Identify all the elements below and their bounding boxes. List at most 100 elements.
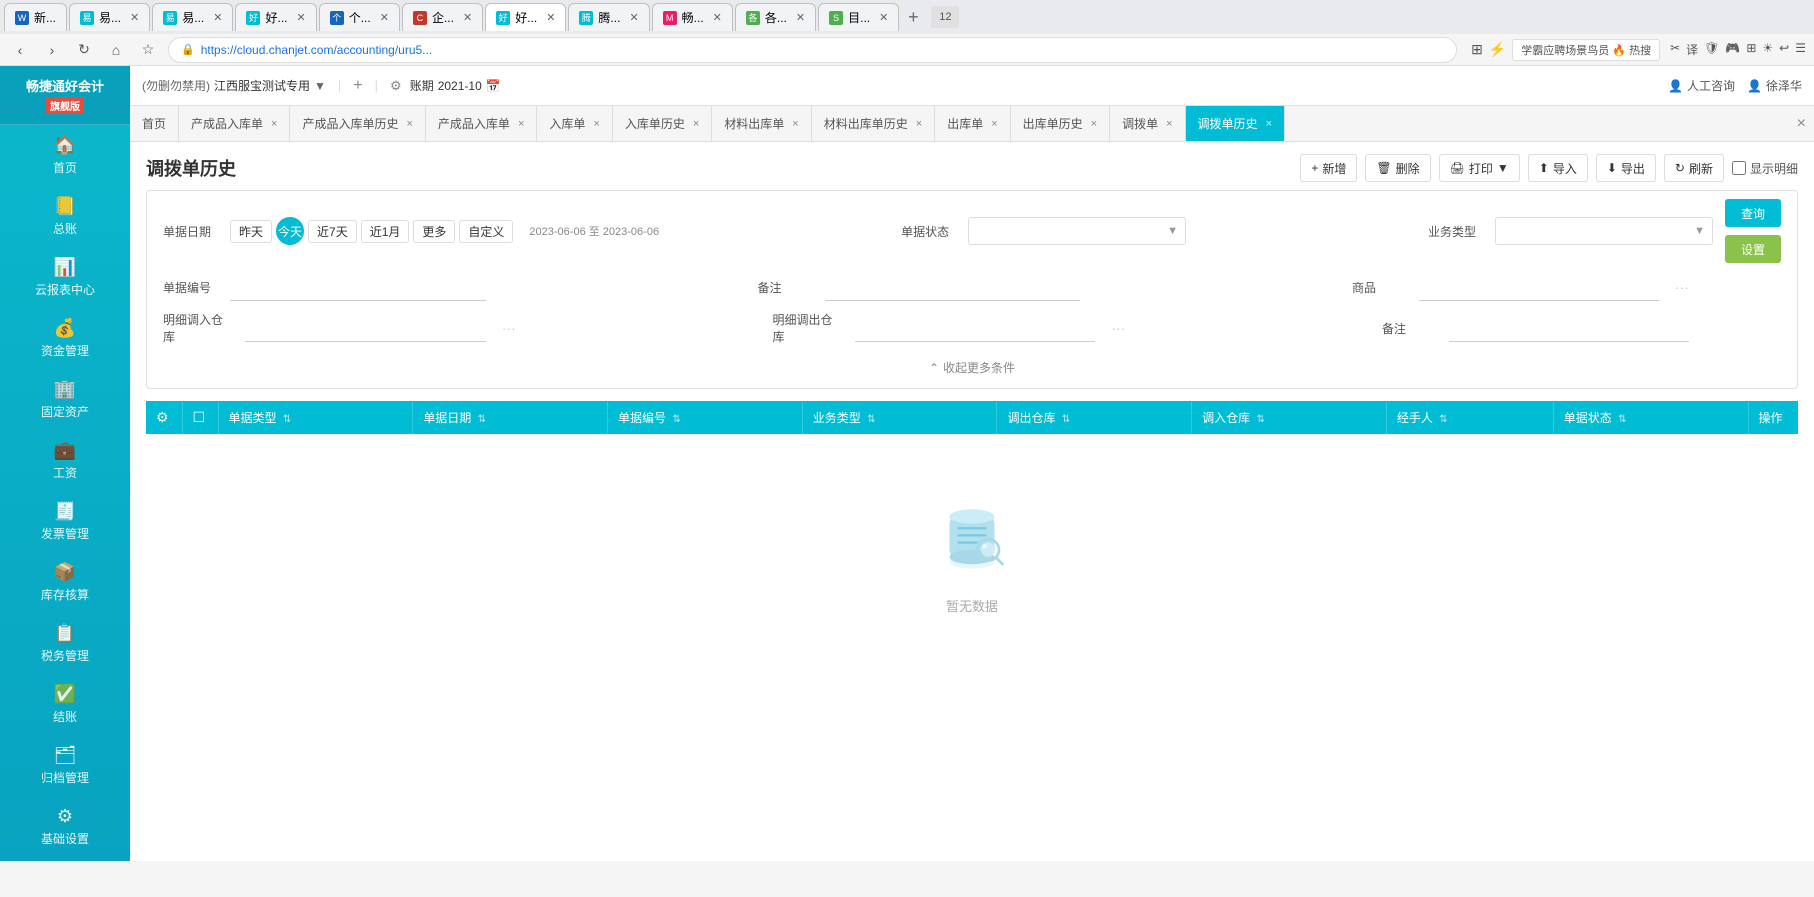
- th-check[interactable]: ☐: [182, 401, 218, 434]
- app-tab-ruku-close[interactable]: ×: [593, 118, 599, 130]
- print-btn[interactable]: 🖨 打印 ▼: [1439, 154, 1520, 182]
- delete-btn[interactable]: 🗑 删除: [1365, 154, 1430, 182]
- th-status[interactable]: 单据状态 ⇅: [1553, 401, 1748, 434]
- app-tab-chanpin-ruku-close[interactable]: ×: [271, 118, 277, 130]
- detail-out-ellipsis-btn[interactable]: ···: [1111, 320, 1125, 336]
- app-tab-chanpin-history-close[interactable]: ×: [406, 118, 412, 130]
- th-doc-date[interactable]: 单据日期 ⇅: [413, 401, 608, 434]
- remark2-input[interactable]: [1449, 314, 1689, 342]
- export-btn[interactable]: ⬇ 导出: [1596, 154, 1656, 182]
- sidebar-item-tax[interactable]: 📋 税务管理: [0, 613, 130, 674]
- browser-tab-9[interactable]: M 畅... ✕: [652, 3, 733, 31]
- date-btn-yesterday[interactable]: 昨天: [230, 220, 272, 243]
- goods-input[interactable]: [1419, 273, 1659, 301]
- refresh-browser-btn[interactable]: ↻: [72, 38, 96, 62]
- add-company-btn[interactable]: +: [353, 77, 362, 95]
- th-doc-no[interactable]: 单据编号 ⇅: [607, 401, 802, 434]
- forward-btn[interactable]: ›: [40, 38, 64, 62]
- browser-tab-10[interactable]: 各 各... ✕: [735, 3, 816, 31]
- tab-bar-close[interactable]: ×: [1797, 115, 1814, 133]
- extensions-icon[interactable]: ⊞: [1471, 41, 1483, 58]
- collapse-btn[interactable]: ⌃ 收起更多条件: [929, 359, 1015, 376]
- service-btn[interactable]: 👤 人工咨询: [1668, 77, 1735, 94]
- sidebar-item-ledger[interactable]: 📒 总账: [0, 186, 130, 247]
- tab-close-2[interactable]: ✕: [130, 11, 139, 24]
- app-tab-chuku-history[interactable]: 出库单历史 ×: [1011, 106, 1110, 142]
- address-input[interactable]: 🔒 https://cloud.chanjet.com/accounting/u…: [168, 37, 1457, 63]
- app-tab-home[interactable]: 首页: [130, 106, 179, 142]
- app-tab-chanpin2-close[interactable]: ×: [518, 118, 524, 130]
- app-tab-ruku[interactable]: 入库单 ×: [537, 106, 612, 142]
- sidebar-item-settle[interactable]: ✅ 结账: [0, 674, 130, 735]
- sidebar-item-inventory[interactable]: 📦 库存核算: [0, 552, 130, 613]
- settings-btn[interactable]: ⚙: [390, 78, 402, 94]
- grid-icon[interactable]: ⊞: [1746, 41, 1756, 58]
- date-btn-7days[interactable]: 近7天: [308, 220, 357, 243]
- browser-tab-8[interactable]: 腾 腾... ✕: [568, 3, 649, 31]
- filter-settings-btn[interactable]: 设置: [1725, 235, 1781, 263]
- tab-close-5[interactable]: ✕: [380, 11, 389, 24]
- tab-close-10[interactable]: ✕: [796, 11, 805, 24]
- shield-icon[interactable]: 🛡: [1704, 41, 1719, 58]
- sidebar-item-assets[interactable]: 🏢 固定资产: [0, 369, 130, 430]
- browser-tab-3[interactable]: 易 易... ✕: [152, 3, 233, 31]
- bookmark-btn[interactable]: ☆: [136, 38, 160, 62]
- company-selector[interactable]: (勿删勿禁用) 江西服宝测试专用 ▼: [142, 77, 326, 94]
- tab-close-3[interactable]: ✕: [213, 11, 222, 24]
- menu-icon[interactable]: ☰: [1795, 41, 1806, 58]
- tab-close-9[interactable]: ✕: [713, 11, 722, 24]
- browser-tab-5[interactable]: 个 个... ✕: [319, 3, 400, 31]
- lightning-icon[interactable]: ⚡: [1489, 41, 1506, 58]
- home-browser-btn[interactable]: ⌂: [104, 38, 128, 62]
- app-tab-cailiao-history[interactable]: 材料出库单历史 ×: [812, 106, 935, 142]
- tab-close-11[interactable]: ✕: [879, 11, 888, 24]
- detail-in-ellipsis-btn[interactable]: ···: [502, 320, 516, 336]
- app-tab-chanpin-ruku[interactable]: 产成品入库单 ×: [179, 106, 290, 142]
- sidebar-item-funds[interactable]: 💰 资金管理: [0, 308, 130, 369]
- tab-close-8[interactable]: ✕: [629, 11, 638, 24]
- th-handler[interactable]: 经手人 ⇅: [1386, 401, 1553, 434]
- game-icon[interactable]: 🎮: [1725, 41, 1740, 58]
- sidebar-item-report[interactable]: 📊 云报表中心: [0, 247, 130, 308]
- translate-icon[interactable]: 译: [1686, 41, 1698, 58]
- refresh-btn[interactable]: ↻ 刷新: [1664, 154, 1724, 182]
- sidebar-item-wages[interactable]: 💼 工资: [0, 430, 130, 491]
- new-tab-btn[interactable]: +: [901, 5, 925, 29]
- search-bar[interactable]: 学霸应聘场景鸟员 🔥 热搜: [1512, 39, 1660, 61]
- app-tab-ruku-history-close[interactable]: ×: [693, 118, 699, 130]
- sidebar-item-home[interactable]: 🏠 首页: [0, 125, 130, 186]
- date-btn-today[interactable]: 今天: [276, 217, 304, 245]
- user-profile[interactable]: 👤 徐泽华: [1747, 77, 1802, 94]
- app-tab-chuku-close[interactable]: ×: [991, 118, 997, 130]
- app-tab-cailiao-chuku[interactable]: 材料出库单 ×: [712, 106, 811, 142]
- app-tab-chanpin2[interactable]: 产成品入库单 ×: [426, 106, 537, 142]
- status-select[interactable]: [968, 217, 1186, 245]
- detail-out-input[interactable]: [855, 314, 1096, 342]
- app-tab-diaobao-close[interactable]: ×: [1166, 118, 1172, 130]
- app-tab-chuku-history-close[interactable]: ×: [1091, 118, 1097, 130]
- show-cols-checkbox[interactable]: [1732, 161, 1746, 175]
- browser-tab-11[interactable]: S 目... ✕: [818, 3, 899, 31]
- moon-icon[interactable]: ☀: [1762, 41, 1773, 58]
- browser-tab-2[interactable]: 易 易... ✕: [69, 3, 150, 31]
- tab-close-4[interactable]: ✕: [297, 11, 306, 24]
- sidebar-item-guide[interactable]: 📖 新手引导: [0, 857, 130, 861]
- sidebar-item-invoice[interactable]: 🧾 发票管理: [0, 491, 130, 552]
- th-doc-type[interactable]: 单据类型 ⇅: [218, 401, 413, 434]
- add-btn[interactable]: + 新增: [1300, 154, 1357, 182]
- remark-input[interactable]: [825, 273, 1081, 301]
- tab-close-6[interactable]: ✕: [463, 11, 472, 24]
- date-btn-1month[interactable]: 近1月: [361, 220, 410, 243]
- goods-ellipsis-btn[interactable]: ···: [1675, 279, 1689, 295]
- import-btn[interactable]: ⬆ 导入: [1528, 154, 1588, 182]
- back-btn[interactable]: ‹: [8, 38, 32, 62]
- app-tab-chuku[interactable]: 出库单 ×: [935, 106, 1010, 142]
- query-btn[interactable]: 查询: [1725, 199, 1781, 227]
- app-tab-chanpin-history[interactable]: 产成品入库单历史 ×: [290, 106, 425, 142]
- close-all-tabs-icon[interactable]: ×: [1797, 115, 1806, 133]
- browser-tab-6[interactable]: C 企... ✕: [402, 3, 483, 31]
- date-btn-custom[interactable]: 自定义: [459, 220, 513, 243]
- undo-icon[interactable]: ↩: [1779, 41, 1789, 58]
- app-tab-diaobao-history[interactable]: 调拨单历史 ×: [1186, 106, 1285, 142]
- tab-count-badge[interactable]: 12: [931, 6, 959, 28]
